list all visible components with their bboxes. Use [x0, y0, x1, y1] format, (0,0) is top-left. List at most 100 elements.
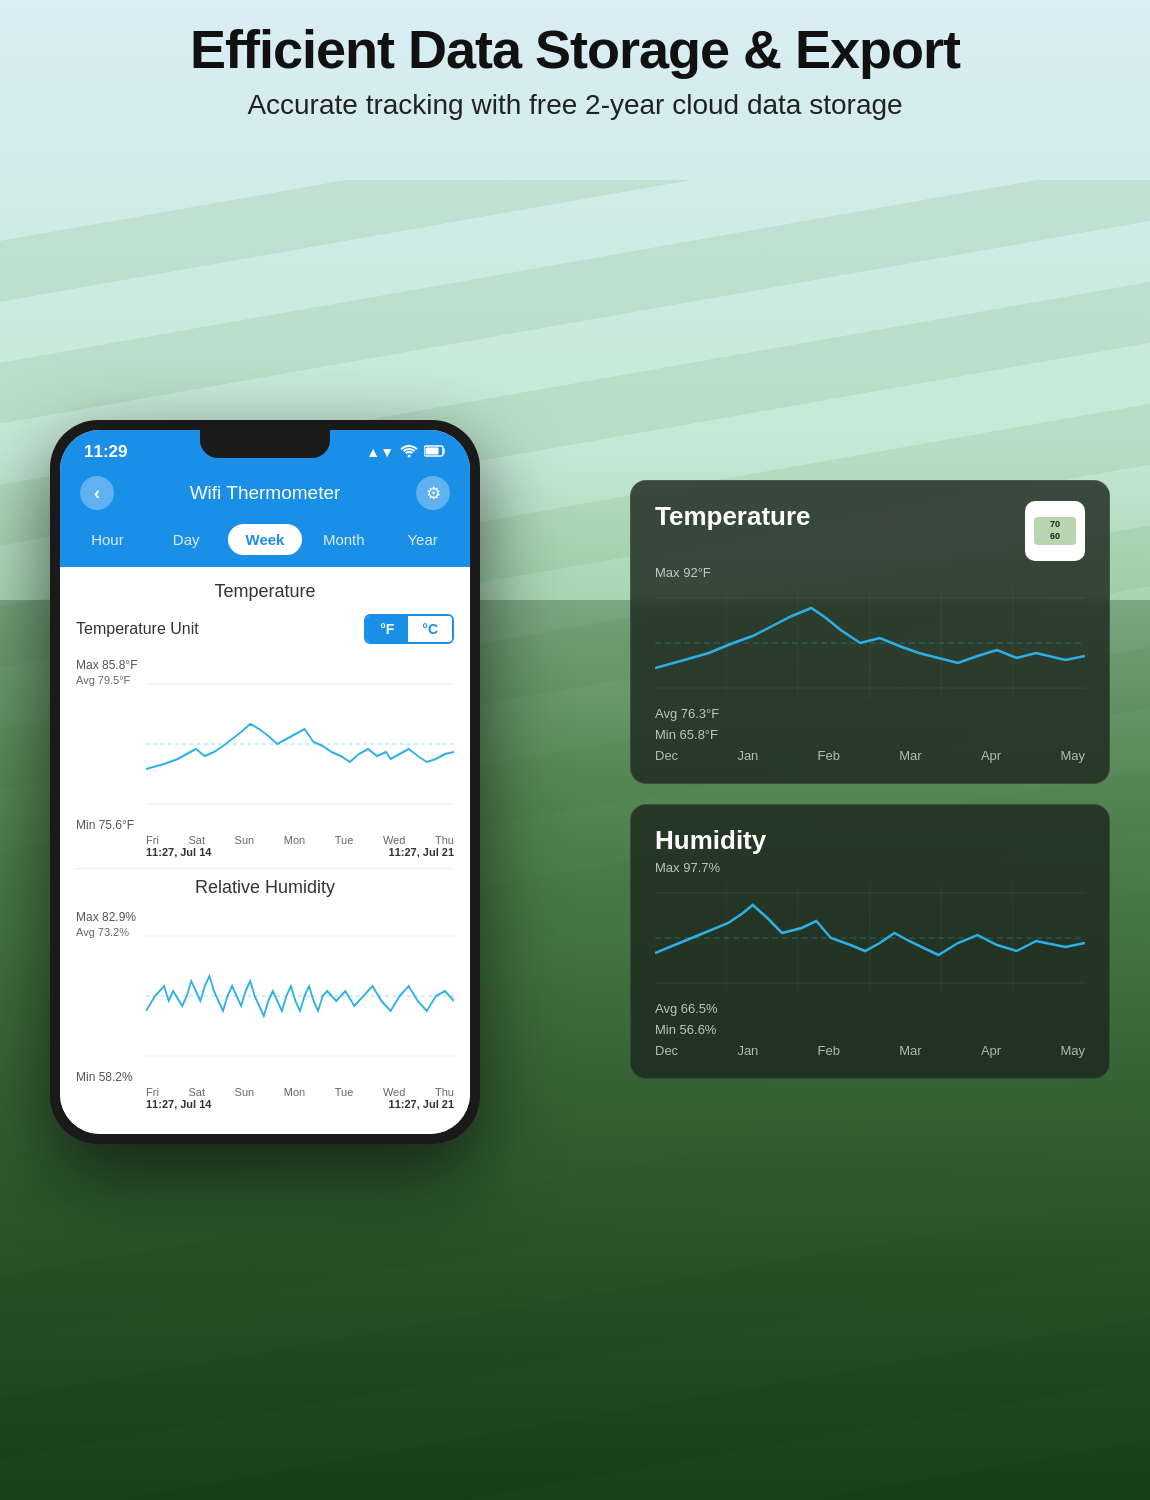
tab-year[interactable]: Year — [385, 524, 460, 555]
temp-x-jan: Jan — [737, 748, 758, 763]
app-title: Wifi Thermometer — [190, 482, 341, 504]
humidity-card-title: Humidity — [655, 825, 766, 856]
temp-card-max: Max 92°F — [655, 565, 1085, 580]
svg-rect-2 — [426, 448, 439, 455]
temp-x-sat: Sat — [188, 834, 205, 846]
temp-section-title: Temperature — [76, 581, 454, 602]
temp-date-start: 11:27, Jul 14 — [146, 846, 211, 858]
back-icon: ‹ — [94, 483, 100, 504]
hum-card-x-labels: Dec Jan Feb Mar Apr May — [655, 1043, 1085, 1058]
hum-x-wed: Wed — [383, 1086, 405, 1098]
hum-avg-label: Avg 73.2% — [76, 926, 129, 938]
hum-date-end: 11:27, Jul 21 — [389, 1098, 454, 1110]
temp-date-row: 11:27, Jul 14 11:27, Jul 21 — [146, 846, 454, 858]
tab-hour[interactable]: Hour — [70, 524, 145, 555]
status-icons: ▲▼ — [366, 444, 446, 461]
tabs-bar: Hour Day Week Month Year — [60, 524, 470, 567]
temp-card-chart — [655, 588, 1085, 698]
hum-date-start: 11:27, Jul 14 — [146, 1098, 211, 1110]
temp-x-thu: Thu — [435, 834, 454, 846]
unit-label: Temperature Unit — [76, 620, 199, 638]
temp-x-feb: Feb — [818, 748, 840, 763]
back-button[interactable]: ‹ — [80, 476, 114, 510]
divider — [76, 868, 454, 869]
hum-card-min: Min 56.6% — [655, 1022, 1085, 1037]
temp-min-label: Min 75.6°F — [76, 818, 454, 832]
temp-data-card: Temperature 70 60 Max 92°F — [630, 480, 1110, 784]
hum-card-max: Max 97.7% — [655, 860, 1085, 875]
phone-wrapper: 11:29 ▲▼ — [50, 420, 480, 1144]
hum-y-labels: Avg 73.2% — [76, 926, 129, 1066]
temp-card-header: Temperature 70 60 — [655, 501, 1085, 561]
temp-chart-area: Avg 79.5°F — [76, 674, 454, 814]
unit-c-btn[interactable]: °C — [408, 616, 452, 642]
hum-x-labels: Fri Sat Sun Mon Tue Wed Thu — [146, 1086, 454, 1098]
hum-date-row: 11:27, Jul 14 11:27, Jul 21 — [146, 1098, 454, 1110]
device-screen: 70 60 — [1034, 517, 1076, 545]
unit-f-btn[interactable]: °F — [366, 616, 408, 642]
hum-x-may: May — [1060, 1043, 1085, 1058]
device-line1: 70 — [1050, 519, 1060, 531]
hum-card-avg: Avg 66.5% — [655, 1001, 1085, 1016]
hum-x-fri: Fri — [146, 1086, 159, 1098]
header-section: Efficient Data Storage & Export Accurate… — [0, 20, 1150, 121]
hum-x-sat: Sat — [188, 1086, 205, 1098]
hum-card-chart — [655, 883, 1085, 993]
right-panel: Temperature 70 60 Max 92°F — [630, 480, 1110, 1099]
hum-x-feb: Feb — [818, 1043, 840, 1058]
temp-card-title: Temperature — [655, 501, 811, 532]
temp-x-apr: Apr — [981, 748, 1001, 763]
hum-min-label: Min 58.2% — [76, 1070, 454, 1084]
notch — [200, 430, 330, 458]
battery-icon — [424, 444, 446, 460]
wifi-icon — [400, 444, 418, 461]
temp-card-x-labels: Dec Jan Feb Mar Apr May — [655, 748, 1085, 763]
temp-x-labels: Fri Sat Sun Mon Tue Wed Thu — [146, 834, 454, 846]
tab-day[interactable]: Day — [149, 524, 224, 555]
temp-x-mar: Mar — [899, 748, 921, 763]
temp-card-avg: Avg 76.3°F — [655, 706, 1085, 721]
hum-x-thu: Thu — [435, 1086, 454, 1098]
device-thumbnail: 70 60 — [1025, 501, 1085, 561]
temp-chart-svg-wrapper — [146, 674, 454, 814]
hum-max-label: Max 82.9% — [76, 910, 454, 924]
temp-x-dec: Dec — [655, 748, 678, 763]
temp-date-end: 11:27, Jul 21 — [389, 846, 454, 858]
temp-x-mon: Mon — [284, 834, 305, 846]
phone-screen: 11:29 ▲▼ — [60, 430, 470, 1134]
temp-x-wed: Wed — [383, 834, 405, 846]
temp-x-sun: Sun — [235, 834, 255, 846]
main-title: Efficient Data Storage & Export — [0, 20, 1150, 79]
humidity-card-header: Humidity — [655, 825, 1085, 856]
unit-toggle[interactable]: °F °C — [364, 614, 454, 644]
hum-x-apr: Apr — [981, 1043, 1001, 1058]
hum-chart-svg-wrapper — [146, 926, 454, 1066]
tab-week[interactable]: Week — [228, 524, 303, 555]
humidity-data-card: Humidity Max 97.7% Avg 66.5% Min 56.6% D… — [630, 804, 1110, 1079]
temp-x-tue: Tue — [335, 834, 354, 846]
hum-x-mar: Mar — [899, 1043, 921, 1058]
device-line2: 60 — [1050, 531, 1060, 543]
humidity-section-title: Relative Humidity — [76, 877, 454, 898]
hum-x-jan: Jan — [737, 1043, 758, 1058]
signal-icon: ▲▼ — [366, 444, 394, 460]
app-header: ‹ Wifi Thermometer ⚙ — [60, 468, 470, 524]
temp-max-label: Max 85.8°F — [76, 658, 454, 672]
hum-x-tue: Tue — [335, 1086, 354, 1098]
temp-card-min: Min 65.8°F — [655, 727, 1085, 742]
hum-x-sun: Sun — [235, 1086, 255, 1098]
hum-x-dec: Dec — [655, 1043, 678, 1058]
temp-x-fri: Fri — [146, 834, 159, 846]
app-content: Temperature Temperature Unit °F °C Max 8… — [60, 567, 470, 1134]
svg-point-0 — [408, 454, 411, 457]
unit-row: Temperature Unit °F °C — [76, 614, 454, 644]
temp-y-labels: Avg 79.5°F — [76, 674, 130, 814]
hum-x-mon: Mon — [284, 1086, 305, 1098]
status-time: 11:29 — [84, 442, 127, 462]
tab-month[interactable]: Month — [306, 524, 381, 555]
settings-button[interactable]: ⚙ — [416, 476, 450, 510]
phone-outer: 11:29 ▲▼ — [50, 420, 480, 1144]
hum-chart-area: Avg 73.2% — [76, 926, 454, 1066]
settings-icon: ⚙ — [426, 483, 441, 504]
temp-avg-label: Avg 79.5°F — [76, 674, 130, 686]
